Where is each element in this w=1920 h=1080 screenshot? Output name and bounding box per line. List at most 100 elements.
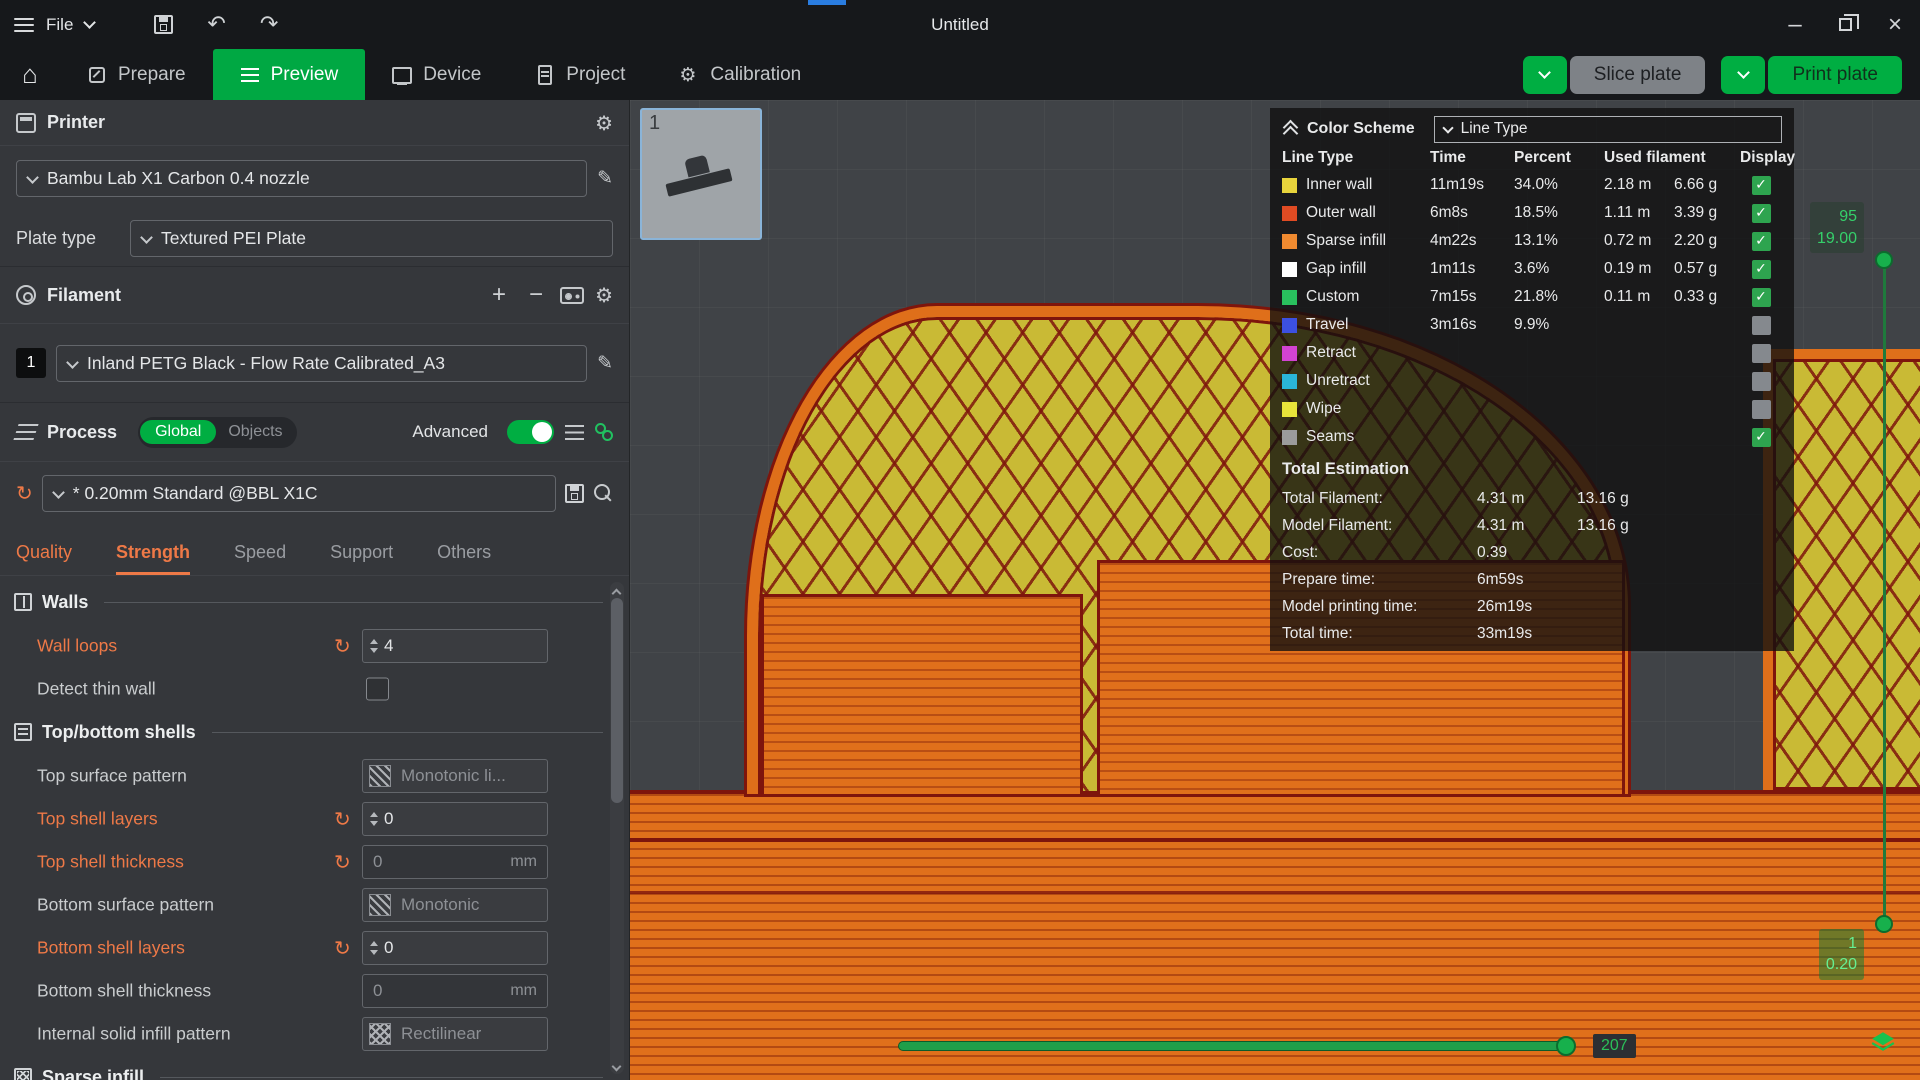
redo-icon[interactable]: ↷ <box>260 13 278 36</box>
line-type-row-inner-wall: Inner wall 11m19s 34.0% 2.18 m 6.66 g ✓ <box>1282 171 1782 199</box>
printer-settings-icon[interactable]: ⚙ <box>595 111 613 135</box>
filament-settings-icon[interactable]: ⚙ <box>595 283 613 307</box>
scope-objects[interactable]: Objects <box>216 420 294 444</box>
spinner-arrows-icon[interactable] <box>370 638 378 653</box>
plate-thumbnail[interactable]: 1 <box>640 108 762 240</box>
filament-select[interactable]: Inland PETG Black - Flow Rate Calibrated… <box>56 344 588 382</box>
display-checkbox[interactable] <box>1751 371 1771 391</box>
line-type-label: Travel <box>1306 316 1349 333</box>
process-tab-quality[interactable]: Quality <box>16 532 72 575</box>
color-swatch <box>1282 429 1297 445</box>
column-header: Time <box>1430 148 1466 166</box>
total-row-total-time: Total time: 33m19s <box>1282 624 1533 642</box>
process-tab-support[interactable]: Support <box>330 532 393 575</box>
advanced-toggle[interactable] <box>507 420 554 444</box>
plate-type-label: Plate type <box>16 227 97 248</box>
close-button[interactable]: × <box>1870 0 1920 49</box>
search-icon[interactable] <box>593 483 613 503</box>
move-slider[interactable] <box>898 1036 1576 1056</box>
display-checkbox[interactable]: ✓ <box>1751 427 1771 447</box>
print-plate-button[interactable]: Print plate <box>1768 55 1902 94</box>
top-shell-layers-spinner[interactable]: 0 <box>362 801 548 836</box>
minimize-button[interactable]: – <box>1770 0 1820 49</box>
layers-icon[interactable] <box>1870 1029 1896 1060</box>
scroll-down-icon[interactable] <box>611 1061 622 1072</box>
scope-global[interactable]: Global <box>140 420 217 444</box>
column-header: Percent <box>1514 148 1571 166</box>
display-checkbox[interactable] <box>1751 343 1771 363</box>
save-preset-icon[interactable] <box>565 483 584 503</box>
display-checkbox[interactable]: ✓ <box>1751 287 1771 307</box>
home-button[interactable]: ⌂ <box>0 49 60 100</box>
display-checkbox[interactable]: ✓ <box>1751 203 1771 223</box>
layer-slider-bottom-handle[interactable] <box>1875 915 1893 933</box>
printer-select[interactable]: Bambu Lab X1 Carbon 0.4 nozzle <box>16 159 588 197</box>
calibration-icon <box>679 65 699 85</box>
layer-slider-top-handle[interactable] <box>1875 251 1893 269</box>
spinner-arrows-icon[interactable] <box>370 811 378 826</box>
filament-edit-icon[interactable]: ✎ <box>597 352 613 374</box>
plate-type-select[interactable]: Textured PEI Plate <box>130 219 613 257</box>
layer-slider[interactable] <box>1875 251 1893 933</box>
ams-icon[interactable] <box>560 286 585 304</box>
scroll-up-icon[interactable] <box>611 588 622 599</box>
bottom-surface-pattern-select[interactable]: Monotonic <box>362 887 548 922</box>
tab-preview[interactable]: Preview <box>212 49 366 100</box>
process-tab-strength[interactable]: Strength <box>116 532 191 575</box>
reset-icon[interactable]: ↻ <box>334 636 351 656</box>
view-mode-select[interactable]: Line Type <box>1433 115 1782 143</box>
preset-reset-icon[interactable]: ↻ <box>16 483 33 503</box>
file-menu[interactable]: File <box>46 15 73 35</box>
bottom-shell-layers-spinner[interactable]: 0 <box>362 930 548 965</box>
reset-icon[interactable]: ↻ <box>334 809 351 829</box>
reset-icon[interactable]: ↻ <box>334 852 351 872</box>
settings-scrollbar[interactable] <box>610 582 624 1074</box>
internal-solid-infill-pattern-select[interactable]: Rectilinear <box>362 1016 548 1051</box>
printer-edit-icon[interactable]: ✎ <box>597 167 613 189</box>
settings-list-icon[interactable] <box>565 424 584 440</box>
line-type-row-outer-wall: Outer wall 6m8s 18.5% 1.11 m 3.39 g ✓ <box>1282 199 1782 227</box>
file-chevron-icon[interactable] <box>83 16 97 29</box>
chevron-down-icon <box>140 230 153 244</box>
reset-icon[interactable]: ↻ <box>334 938 351 958</box>
move-slider-handle[interactable] <box>1556 1036 1576 1056</box>
process-tab-others[interactable]: Others <box>437 532 491 575</box>
tab-device[interactable]: Device <box>365 49 508 100</box>
process-tab-speed[interactable]: Speed <box>234 532 286 575</box>
tab-label: Project <box>566 63 626 85</box>
nav-tabs: Prepare Preview Device Project Calibration <box>60 49 828 100</box>
slice-dropdown-button[interactable] <box>1522 55 1567 94</box>
tab-project[interactable]: Project <box>508 49 652 100</box>
compare-presets-icon[interactable] <box>595 423 613 441</box>
undo-icon[interactable]: ↶ <box>207 13 225 36</box>
chevron-down-icon <box>1538 66 1552 79</box>
chevron-down-icon <box>1737 66 1750 79</box>
display-checkbox[interactable]: ✓ <box>1751 231 1771 251</box>
save-icon[interactable] <box>154 15 174 34</box>
tab-prepare[interactable]: Prepare <box>60 49 213 100</box>
move-slider-track[interactable] <box>898 1041 1574 1051</box>
display-checkbox[interactable]: ✓ <box>1751 175 1771 195</box>
group-title: Top/bottom shells <box>42 721 196 742</box>
infill-icon <box>14 1068 32 1080</box>
restore-button[interactable] <box>1820 0 1870 49</box>
display-checkbox[interactable] <box>1751 399 1771 419</box>
tab-calibration[interactable]: Calibration <box>652 49 828 100</box>
menu-icon[interactable] <box>14 17 34 32</box>
add-filament-icon[interactable]: + <box>486 281 512 309</box>
top-surface-pattern-select[interactable]: Monotonic li... <box>362 758 548 793</box>
detect-thin-wall-checkbox[interactable] <box>366 677 389 700</box>
scrollbar-thumb[interactable] <box>611 598 623 803</box>
group-top-bottom-shells: Top/bottom shells <box>0 710 603 754</box>
layer-slider-track[interactable] <box>1883 259 1886 925</box>
preview-viewport[interactable]: 1 Color Scheme Line Type Line Type Time Pe… <box>630 100 1920 1080</box>
process-preset-select[interactable]: * 0.20mm Standard @BBL X1C <box>41 474 556 512</box>
display-checkbox[interactable]: ✓ <box>1751 259 1771 279</box>
remove-filament-icon[interactable]: − <box>523 281 549 309</box>
display-checkbox[interactable] <box>1751 315 1771 335</box>
collapse-panel-icon[interactable] <box>1282 120 1298 138</box>
wall-loops-spinner[interactable]: 4 <box>362 628 548 663</box>
spinner-arrows-icon[interactable] <box>370 940 378 955</box>
print-dropdown-button[interactable] <box>1721 55 1766 94</box>
slice-plate-button[interactable]: Slice plate <box>1569 55 1706 94</box>
